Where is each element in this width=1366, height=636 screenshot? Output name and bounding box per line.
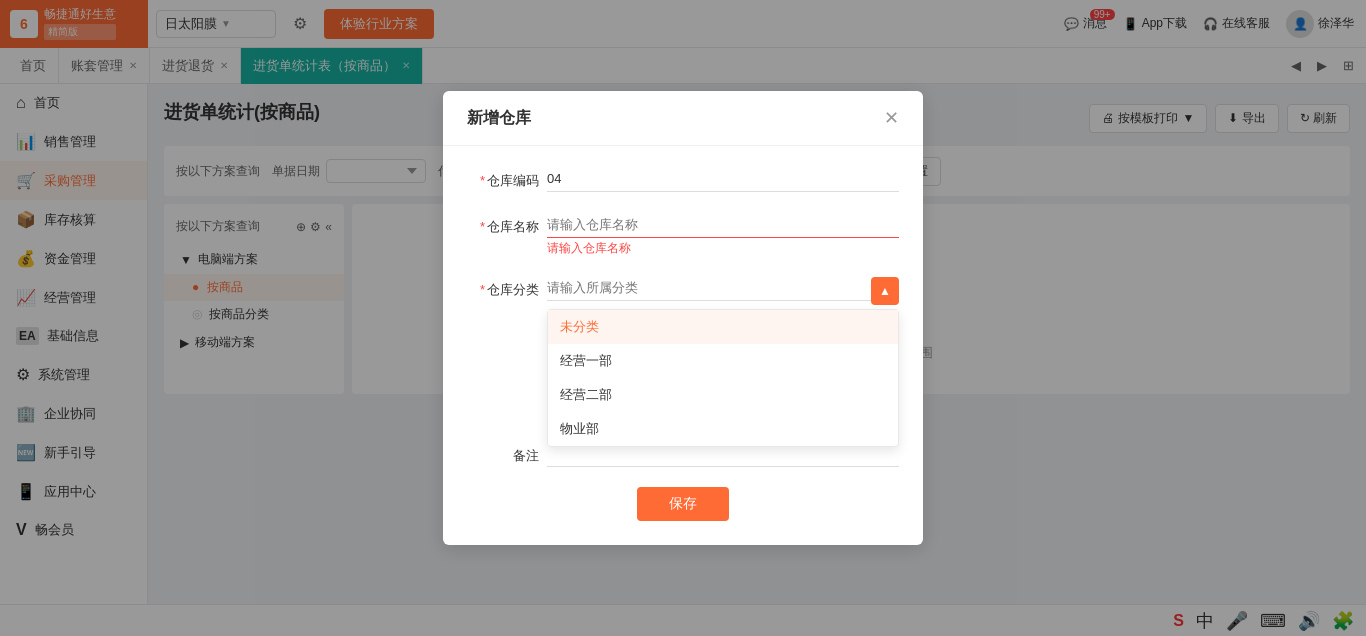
category-dropdown-menu: 未分类 经营一部 经营二部 物业部 [547,309,899,447]
dropdown-item-dept2[interactable]: 经营二部 [548,378,898,412]
form-row-name: 仓库名称 请输入仓库名称 [467,212,899,255]
category-input-wrap: ▲ 未分类 经营一部 经营二部 物业部 [547,275,899,301]
name-error-message: 请输入仓库名称 [547,240,631,257]
new-warehouse-modal: 新增仓库 ✕ 仓库编码 仓库名称 请输入仓库名称 仓库分类 [443,91,923,545]
save-button[interactable]: 保存 [637,487,729,521]
code-input[interactable] [547,166,899,192]
code-label: 仓库编码 [467,166,547,190]
modal-overlay[interactable]: 新增仓库 ✕ 仓库编码 仓库名称 请输入仓库名称 仓库分类 [0,0,1366,636]
dropdown-item-unclassified[interactable]: 未分类 [548,310,898,344]
category-dropdown-toggle[interactable]: ▲ [871,277,899,305]
note-label: 备注 [467,441,547,465]
modal-header: 新增仓库 ✕ [443,91,923,146]
modal-footer: 保存 [443,487,923,521]
name-label: 仓库名称 [467,212,547,236]
form-row-code: 仓库编码 [467,166,899,192]
category-label: 仓库分类 [467,275,547,299]
form-row-category: 仓库分类 ▲ 未分类 经营一部 经营二部 物业部 [467,275,899,301]
dropdown-item-dept3[interactable]: 物业部 [548,412,898,446]
dropdown-item-dept1[interactable]: 经营一部 [548,344,898,378]
modal-body: 仓库编码 仓库名称 请输入仓库名称 仓库分类 ▲ 未分类 [443,146,923,467]
modal-title: 新增仓库 [467,108,531,129]
category-input[interactable] [547,275,899,301]
modal-close-button[interactable]: ✕ [884,107,899,129]
name-input[interactable] [547,212,899,238]
